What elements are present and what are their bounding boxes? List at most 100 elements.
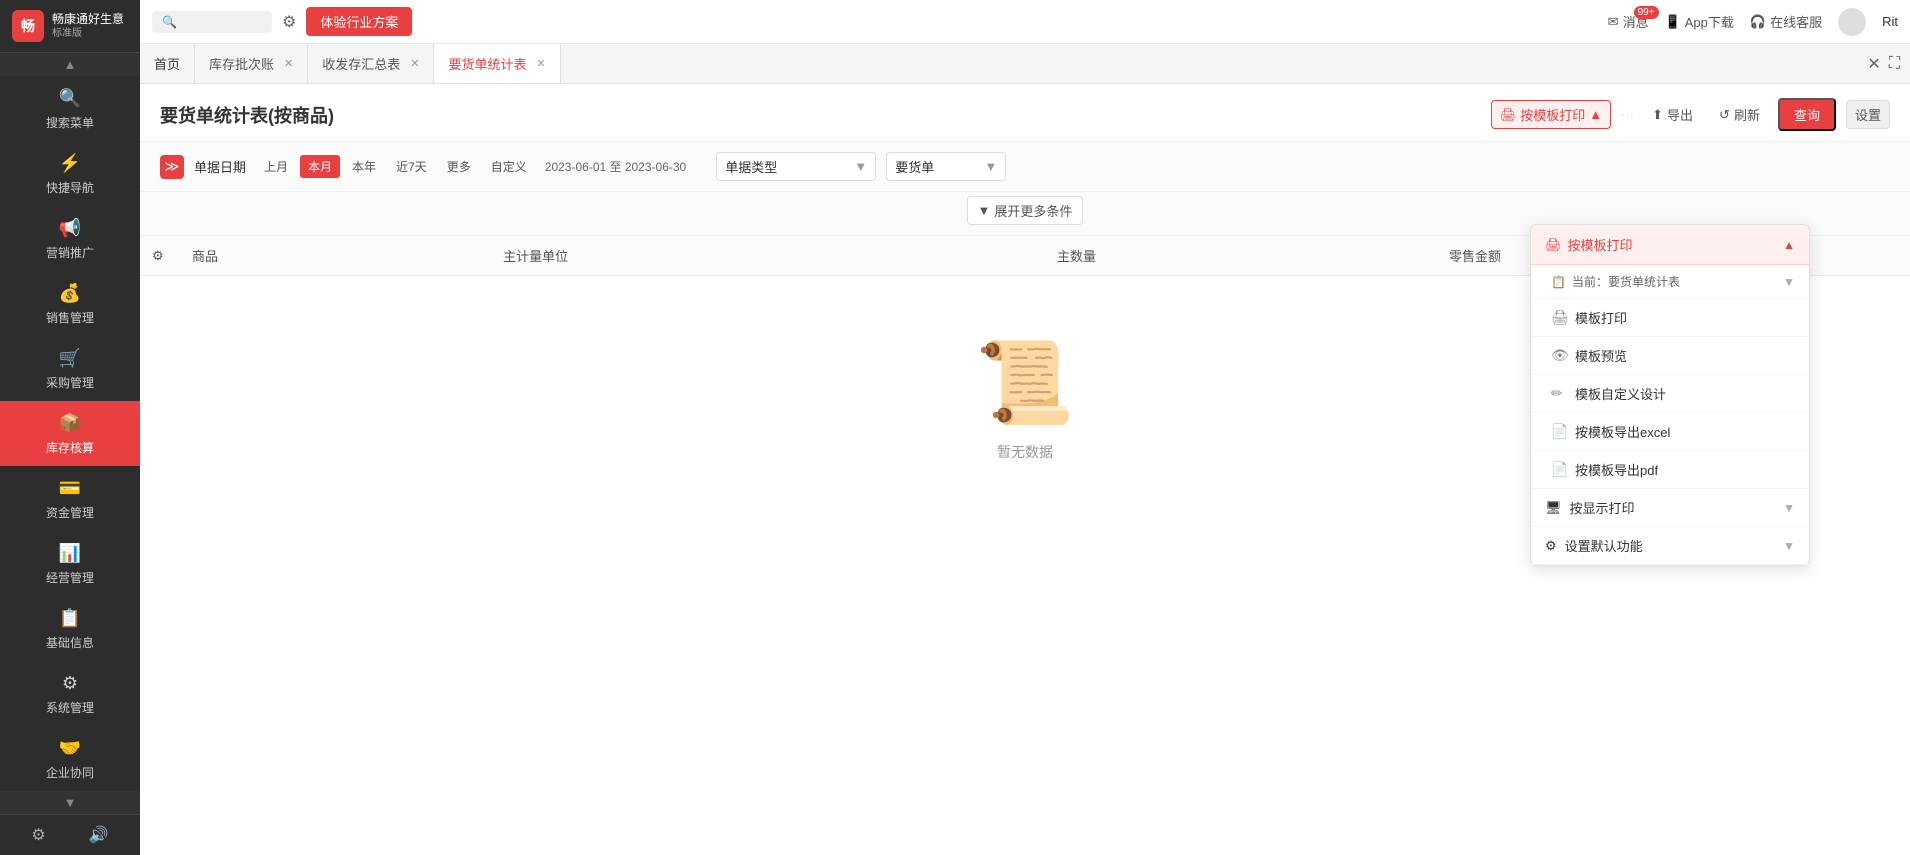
query-button[interactable]: 查询 [1778, 98, 1836, 131]
experience-button[interactable]: 体验行业方案 [306, 7, 412, 36]
sidebar-scroll-up[interactable]: ▲ [0, 53, 140, 76]
tab-demand-stats-close[interactable]: ✕ [537, 57, 546, 70]
order-type-dropdown[interactable]: 单据类型 ▼ [716, 152, 876, 181]
display-print-item[interactable]: 🖥 按显示打印 ▼ [1531, 489, 1809, 527]
export-button[interactable]: ⬆ 导出 [1644, 101, 1701, 128]
settings-button[interactable]: 设置 [1846, 100, 1890, 129]
print-dropdown-header[interactable]: 🖨 按模板打印 ▲ [1531, 225, 1809, 265]
expand-icon: ≫ [165, 158, 180, 175]
tab-bar-controls: ✕ ⛶ [1857, 44, 1910, 83]
tab-maximize-icon[interactable]: ⛶ [1887, 53, 1902, 75]
tab-inventory-batch-close[interactable]: ✕ [284, 57, 293, 70]
display-print-left: 🖥 按显示打印 [1545, 498, 1635, 517]
sidebar-label-marketing: 营销推广 [46, 244, 94, 261]
dropdown-arrow-icon: ▼ [854, 159, 867, 174]
expand-more-button[interactable]: ▼ 展开更多条件 [967, 196, 1084, 225]
demand-label: 要货单 [895, 157, 934, 176]
app-download-button[interactable]: 📱 App下载 [1665, 12, 1734, 31]
date-btn-7days[interactable]: 近7天 [388, 155, 435, 178]
tab-demand-stats[interactable]: 要货单统计表 ✕ [434, 44, 560, 83]
printer-icon: 🖨 [1500, 107, 1517, 123]
date-btn-more[interactable]: 更多 [439, 155, 479, 178]
print-export-pdf-item[interactable]: 📄 按模板导出pdf [1531, 451, 1809, 489]
sidebar-item-base[interactable]: 📋 基础信息 [0, 596, 140, 661]
sidebar-item-quick-nav[interactable]: ⚡ 快捷导航 [0, 141, 140, 206]
tab-inventory-batch-label: 库存批次账 [209, 54, 274, 73]
set-default-chevron: ▼ [1783, 539, 1795, 553]
header-settings-icon[interactable]: ⚙ [282, 12, 296, 32]
refresh-label: 刷新 [1734, 105, 1760, 124]
search-nav-icon: 🔍 [58, 86, 82, 110]
online-service-button[interactable]: 🎧 在线客服 [1750, 12, 1822, 31]
base-icon: 📋 [58, 606, 82, 630]
top-header: 🔍 ⚙ 体验行业方案 ✉ 消息 99+ 📱 App下载 🎧 在线客服 Rit [140, 0, 1910, 44]
tab-collection-summary-label: 收发存汇总表 [322, 54, 400, 73]
enterprise-icon: 🤝 [58, 736, 82, 760]
date-btn-custom[interactable]: 自定义 [483, 155, 535, 178]
filter-expand-button[interactable]: ≫ [160, 155, 184, 179]
tab-home[interactable]: 首页 [140, 44, 195, 83]
template-print-icon: 🖨 [1551, 309, 1567, 326]
print-current-item[interactable]: 📋 当前：要货单统计表 ▼ [1531, 265, 1809, 299]
date-btn-this-year[interactable]: 本年 [344, 155, 384, 178]
tab-collection-summary[interactable]: 收发存汇总表 ✕ [308, 44, 434, 83]
sidebar-settings-icon[interactable]: ⚙ [31, 825, 45, 845]
header-right: ✉ 消息 99+ 📱 App下载 🎧 在线客服 Rit [1608, 8, 1898, 36]
tab-inventory-batch[interactable]: 库存批次账 ✕ [195, 44, 308, 83]
type-filter-label: 单据类型 [725, 157, 777, 176]
date-btn-this-month[interactable]: 本月 [300, 155, 340, 178]
print-export-excel-item[interactable]: 📄 按模板导出excel [1531, 413, 1809, 451]
tab-demand-stats-label: 要货单统计表 [448, 54, 526, 73]
sidebar-item-sales[interactable]: 💰 销售管理 [0, 271, 140, 336]
sidebar-scroll-down[interactable]: ▼ [0, 791, 140, 814]
sales-icon: 💰 [58, 281, 82, 305]
avatar[interactable] [1838, 8, 1866, 36]
set-default-icon: ⚙ [1545, 538, 1557, 554]
date-range-display: 2023-06-01 至 2023-06-30 [545, 158, 686, 175]
sidebar-item-system[interactable]: ⚙ 系统管理 [0, 661, 140, 726]
user-name[interactable]: Rit [1882, 14, 1898, 29]
sidebar-sound-icon[interactable]: 🔊 [89, 825, 109, 845]
sidebar-item-purchase[interactable]: 🛒 采购管理 [0, 336, 140, 401]
sidebar-label-finance: 资金管理 [46, 504, 94, 521]
sidebar-label-enterprise: 企业协同 [46, 764, 94, 781]
top-search[interactable]: 🔍 [152, 11, 272, 33]
col-settings[interactable]: ⚙ [140, 236, 180, 276]
sidebar-item-inventory[interactable]: 📦 库存核算 [0, 401, 140, 466]
sidebar-label-sales: 销售管理 [46, 309, 94, 326]
purchase-icon: 🛒 [58, 346, 82, 370]
empty-text: 暂无数据 [997, 442, 1053, 462]
print-template-preview-item[interactable]: 👁 模板预览 [1531, 337, 1809, 375]
current-tag-icon: 📋 [1551, 275, 1566, 289]
message-icon: ✉ [1608, 14, 1619, 30]
template-design-icon: ✏ [1551, 385, 1567, 402]
sidebar-item-marketing[interactable]: 📢 营销推广 [0, 206, 140, 271]
message-badge: 99+ [1634, 6, 1659, 19]
date-btn-last-month[interactable]: 上月 [256, 155, 296, 178]
expand-more-label: 展开更多条件 [994, 201, 1072, 220]
operations-icon: 📊 [58, 541, 82, 565]
sidebar-item-search[interactable]: 🔍 搜索菜单 [0, 76, 140, 141]
app-sub: 标准版 [52, 27, 124, 40]
refresh-button[interactable]: ↺ 刷新 [1711, 101, 1768, 128]
print-dropdown-title-area: 🖨 按模板打印 [1545, 235, 1633, 254]
print-template-design-item[interactable]: ✏ 模板自定义设计 [1531, 375, 1809, 413]
tab-close-icon[interactable]: ✕ [1865, 52, 1882, 76]
print-template-button[interactable]: 🖨 按模板打印 ▲ [1491, 100, 1611, 129]
sidebar-item-finance[interactable]: 💳 资金管理 [0, 466, 140, 531]
col-quantity: 主数量 [1045, 236, 1437, 276]
set-default-item[interactable]: ⚙ 设置默认功能 ▼ [1531, 527, 1809, 565]
refresh-icon: ↺ [1719, 107, 1730, 123]
logo-text: 畅康通好生意 标准版 [52, 12, 124, 41]
print-template-print-item[interactable]: 🖨 模板打印 [1531, 299, 1809, 337]
tab-collection-summary-close[interactable]: ✕ [410, 57, 419, 70]
date-filter-label: 单据日期 [194, 157, 246, 176]
template-print-label: 模板打印 [1575, 308, 1627, 327]
filter-bar: ≫ 单据日期 上月 本月 本年 近7天 更多 自定义 2023-06-01 至 … [140, 142, 1910, 192]
message-button[interactable]: ✉ 消息 99+ [1608, 12, 1649, 31]
print-dropdown-chevron: ▲ [1783, 238, 1795, 252]
demand-type-dropdown[interactable]: 要货单 ▼ [886, 152, 1006, 181]
sidebar-item-enterprise[interactable]: 🤝 企业协同 [0, 726, 140, 791]
display-print-chevron: ▼ [1783, 501, 1795, 515]
sidebar-item-operations[interactable]: 📊 经营管理 [0, 531, 140, 596]
